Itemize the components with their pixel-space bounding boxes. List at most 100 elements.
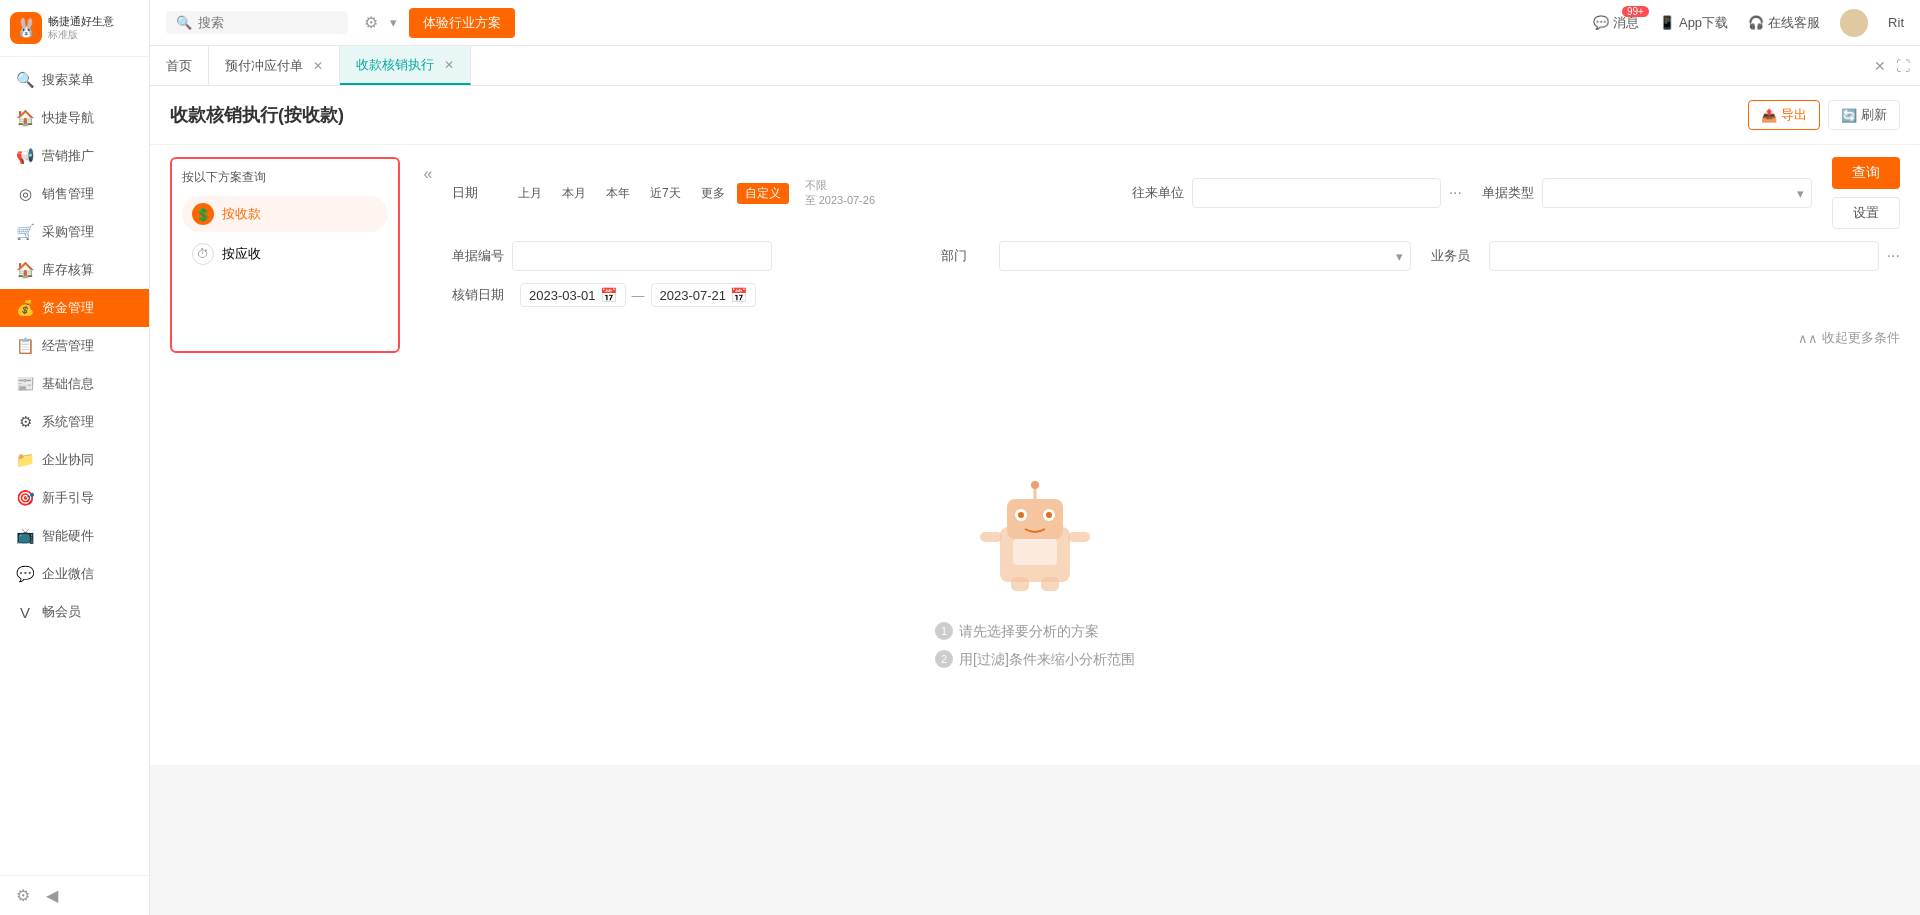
sidebar-item-inventory[interactable]: 🏠 库存核算 [0,251,149,289]
nav-label-finance: 资金管理 [42,299,94,317]
filter-date-item: 日期 上月 本月 本年 近7天 更多 自定义 不限 至 [452,178,1112,208]
setting-button[interactable]: 设置 [1832,197,1900,229]
tab-receipt-close-icon[interactable]: ✕ [444,58,454,72]
billnumber-input[interactable] [512,241,772,271]
page-title-actions: 📤 导出 🔄 刷新 [1748,100,1900,130]
topbar-gear-icon[interactable]: ⚙ [364,13,378,32]
topbar-search-box[interactable]: 🔍 [166,11,348,34]
nav-label-search: 搜索菜单 [42,71,94,89]
filter-verifydate-item: 核销日期 2023-03-01 📅 — 2023-07-21 📅 [452,283,1900,307]
staff-input[interactable] [1489,241,1879,271]
top-section: 收款核销执行(按收款) 📤 导出 🔄 刷新 按以下方案查询 [150,86,1920,365]
query-button[interactable]: 查询 [1832,157,1900,189]
filter-row-3: 核销日期 2023-03-01 📅 — 2023-07-21 📅 [452,283,1900,307]
empty-tip-2: 2 用[过滤]条件来缩小分析范围 [935,645,1135,673]
svg-point-7 [1031,481,1039,489]
date-7days-btn[interactable]: 近7天 [642,183,689,204]
refresh-label: 刷新 [1861,106,1887,124]
svg-rect-11 [1041,577,1059,591]
svg-rect-12 [1013,539,1057,565]
app-download-item[interactable]: 📱 App下载 [1659,14,1728,32]
filter-option-by-receipt[interactable]: 💲 按收款 [182,196,388,232]
date-this-year-btn[interactable]: 本年 [598,183,638,204]
tabbar: 首页 预付冲应付单 ✕ 收款核销执行 ✕ ✕ ⛶ [150,46,1920,86]
export-button[interactable]: 📤 导出 [1748,100,1820,130]
counterpart-label: 往来单位 [1132,184,1184,202]
filter-department-item: 部门 [941,241,1410,271]
messages-item[interactable]: 💬 消息 99+ [1593,14,1639,32]
nav-label-quick-nav: 快捷导航 [42,109,94,127]
tab-maximize-icon[interactable]: ⛶ [1896,58,1910,74]
verifydate-end-field[interactable]: 2023-07-21 📅 [651,283,757,307]
department-select[interactable] [999,241,1410,271]
logo-brand: 畅捷通好生意 [48,14,114,28]
filter-form: 日期 上月 本月 本年 近7天 更多 自定义 不限 至 [452,157,1900,353]
topbar-chevron-icon[interactable]: ▾ [390,15,397,30]
date-custom-btn[interactable]: 自定义 [737,183,789,204]
verifydate-start-field[interactable]: 2023-03-01 📅 [520,283,626,307]
counterpart-more-icon[interactable]: ··· [1449,184,1462,202]
sidebar-item-quick-nav[interactable]: 🏠 快捷导航 [0,99,149,137]
nav-label-sales: 销售管理 [42,185,94,203]
topbar-search-icon: 🔍 [176,15,192,30]
sidebar-item-hardware[interactable]: 📺 智能硬件 [0,517,149,555]
svg-rect-10 [1011,577,1029,591]
date-more-btn[interactable]: 更多 [693,183,733,204]
filter-left-panel: 按以下方案查询 💲 按收款 ⏱ 按应收 [170,157,400,353]
page-header-row: 收款核销执行(按收款) 📤 导出 🔄 刷新 [150,86,1920,145]
sidebar-item-sales[interactable]: ◎ 销售管理 [0,175,149,213]
sidebar-item-basic-info[interactable]: 📰 基础信息 [0,365,149,403]
logo-icon: 🐰 [10,12,42,44]
svg-point-4 [1018,512,1024,518]
filter-option-by-receivable[interactable]: ⏱ 按应收 [182,236,388,272]
collapse-sidebar-icon[interactable]: ◀ [46,886,58,905]
topbar-search-input[interactable] [198,15,338,30]
sidebar-bottom: ⚙ ◀ [0,875,149,915]
nav-label-inventory: 库存核算 [42,261,94,279]
sidebar-item-member[interactable]: V 畅会员 [0,593,149,631]
department-label: 部门 [941,247,991,265]
date-last-month-btn[interactable]: 上月 [510,183,550,204]
counterpart-input[interactable] [1192,178,1441,208]
billtype-select-wrap [1542,178,1812,208]
date-this-month-btn[interactable]: 本月 [554,183,594,204]
sidebar-item-operation[interactable]: 📋 经营管理 [0,327,149,365]
filter-collapse-button[interactable]: « [416,157,440,353]
customer-service-item[interactable]: 🎧 在线客服 [1748,14,1820,32]
billnumber-label: 单据编号 [452,247,504,265]
sidebar-item-guide[interactable]: 🎯 新手引导 [0,479,149,517]
service-icon: 🎧 [1748,15,1764,30]
nav-label-system: 系统管理 [42,413,94,431]
tab-receipt-label: 收款核销执行 [356,56,434,74]
verifydate-start-value: 2023-03-01 [529,288,596,303]
date-separator: — [632,288,645,303]
settings-icon[interactable]: ⚙ [16,886,30,905]
tip-num-2: 2 [935,650,953,668]
tab-prepay-offset[interactable]: 预付冲应付单 ✕ [209,46,340,85]
inventory-icon: 🏠 [16,261,34,279]
tab-prepay-close-icon[interactable]: ✕ [313,59,323,73]
sidebar-item-enterprise[interactable]: 📁 企业协同 [0,441,149,479]
sidebar-item-wechat[interactable]: 💬 企业微信 [0,555,149,593]
sidebar-item-system[interactable]: ⚙ 系统管理 [0,403,149,441]
tab-close-all-icon[interactable]: ✕ [1874,58,1886,74]
svg-rect-8 [980,532,1002,542]
topbar: 🔍 ⚙ ▾ 体验行业方案 💬 消息 99+ 📱 App下载 🎧 在线客服 Rit [150,0,1920,46]
page-content: 收款核销执行(按收款) 📤 导出 🔄 刷新 按以下方案查询 [150,86,1920,915]
sidebar-item-purchase[interactable]: 🛒 采购管理 [0,213,149,251]
topbar-right: 💬 消息 99+ 📱 App下载 🎧 在线客服 Rit [1593,9,1904,37]
verifydate-label: 核销日期 [452,286,512,304]
sidebar-item-marketing[interactable]: 📢 营销推广 [0,137,149,175]
username-label: Rit [1888,15,1904,30]
solution-button[interactable]: 体验行业方案 [409,8,515,38]
staff-more-icon[interactable]: ··· [1887,247,1900,265]
tab-home[interactable]: 首页 [150,46,209,85]
sidebar-item-search[interactable]: 🔍 搜索菜单 [0,61,149,99]
tab-receipt-offset[interactable]: 收款核销执行 ✕ [340,46,471,85]
refresh-button[interactable]: 🔄 刷新 [1828,100,1900,130]
collapse-more-button[interactable]: ∧∧ 收起更多条件 [452,323,1900,353]
sidebar-item-finance[interactable]: 💰 资金管理 [0,289,149,327]
calendar-end-icon: 📅 [730,287,747,303]
billtype-select[interactable] [1542,178,1812,208]
basic-info-icon: 📰 [16,375,34,393]
